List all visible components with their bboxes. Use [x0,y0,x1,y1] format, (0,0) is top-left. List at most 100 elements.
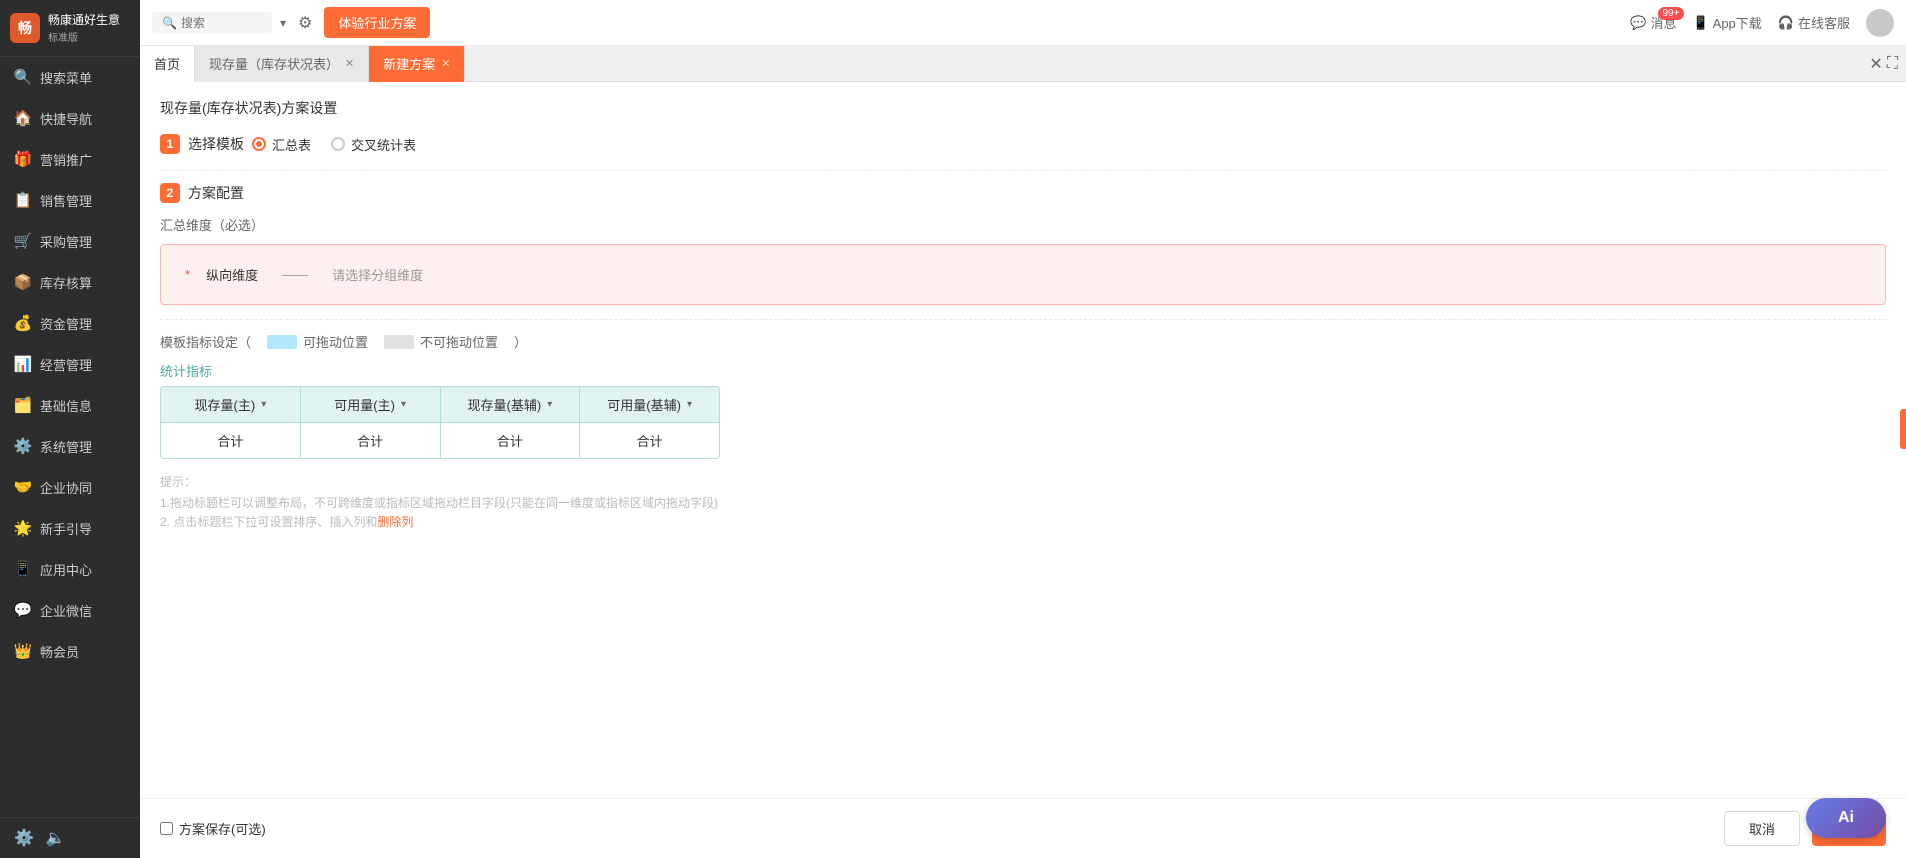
fixed-indicator: 不可拖动位置 [384,332,498,351]
sidebar-bottom: ⚙️ 🔈 [0,817,140,858]
system-icon: ⚙️ [14,437,32,455]
tab-close-all-icon[interactable]: ✕ [1869,54,1882,74]
save-checkbox-input[interactable] [160,822,173,835]
sidebar-item-label: 企业微信 [40,601,92,620]
movable-label: 可拖动位置 [303,332,368,351]
sidebar-item-basic-info[interactable]: 🗂️ 基础信息 [0,385,140,426]
summary-dim-section: 汇总维度（必选） * 纵向维度 —— 请选择分组维度 [160,215,1886,305]
stats-table: 现存量(主) ▾ 可用量(主) ▾ 现存量(基辅) ▾ 可用量(基辅) [160,386,720,459]
tab-new-plan[interactable]: 新建方案 ✕ [369,46,465,82]
topbar: 🔍 ▾ ⚙ 体验行业方案 💬 消息 99+ 📱 App下载 🎧 在线客服 [140,0,1906,46]
page-title: 现存量(库存状况表)方案设置 [160,98,1886,118]
app-name: 畅康通好生意 [48,12,120,29]
service-icon: 🎧 [1778,15,1794,31]
sidebar-item-label: 资金管理 [40,314,92,333]
sidebar-item-label: 新手引导 [40,519,92,538]
stats-col-2-chevron[interactable]: ▾ [547,399,552,410]
required-mark: * [185,267,190,282]
sidebar-item-app-center[interactable]: 📱 应用中心 [0,549,140,590]
sidebar-item-operation[interactable]: 📊 经营管理 [0,344,140,385]
service-label: 在线客服 [1798,13,1850,32]
app-download-btn[interactable]: 📱 App下载 [1692,13,1761,32]
stats-col-1-label: 可用量(主) [334,395,395,414]
sidebar-item-label: 应用中心 [40,560,92,579]
save-checkbox-label: 方案保存(可选) [179,819,266,838]
tab-inventory-close-icon[interactable]: ✕ [345,57,354,70]
search-input[interactable] [181,16,261,30]
app-logo-icon: 畅 [10,13,40,43]
online-service-btn[interactable]: 🎧 在线客服 [1778,13,1850,32]
save-checkbox[interactable]: 方案保存(可选) [160,819,266,838]
dimension-box[interactable]: * 纵向维度 —— 请选择分组维度 [160,244,1886,305]
sidebar-item-wechat[interactable]: 💬 企业微信 [0,590,140,631]
sidebar-item-purchase[interactable]: 🛒 采购管理 [0,221,140,262]
tab-new-plan-label: 新建方案 [383,54,435,73]
search-bar[interactable]: 🔍 [152,12,272,34]
tips-section: 提示： 1.拖动标题栏可以调整布局，不可跨维度或指标区域拖动栏目字段(只能在同一… [160,473,1886,530]
section-2-num: 2 [160,183,180,203]
sidebar-item-system[interactable]: ⚙️ 系统管理 [0,426,140,467]
wechat-icon: 💬 [14,601,32,619]
section-1-header: 1 选择模板 汇总表 交叉统计表 [160,134,1886,154]
settings-icon[interactable]: ⚙️ [14,828,34,848]
sound-icon[interactable]: 🔈 [46,828,66,848]
message-badge: 99+ [1658,7,1685,20]
tab-inventory-status[interactable]: 现存量（库存状况表） ✕ [195,46,369,82]
section-1: 1 选择模板 汇总表 交叉统计表 [160,134,1886,154]
sidebar-item-label: 搜索菜单 [40,68,92,87]
trial-btn[interactable]: 体验行业方案 [324,7,430,38]
stats-col-3-chevron[interactable]: ▾ [687,399,692,410]
sidebar-item-member[interactable]: 👑 畅会员 [0,631,140,672]
sidebar-item-finance[interactable]: 💰 资金管理 [0,303,140,344]
stats-col-1[interactable]: 可用量(主) ▾ [301,387,441,422]
topbar-chevron-icon[interactable]: ▾ [280,16,286,30]
user-avatar[interactable] [1866,9,1894,37]
dim-placeholder: 请选择分组维度 [332,265,423,284]
sidebar-item-enterprise[interactable]: 🤝 企业协同 [0,467,140,508]
sidebar-item-label: 系统管理 [40,437,92,456]
sidebar-nav: 🔍 搜索菜单 🏠 快捷导航 🎁 营销推广 📋 销售管理 🛒 采购管理 📦 库存核… [0,57,140,817]
message-btn[interactable]: 💬 消息 99+ [1630,13,1676,32]
sidebar-item-inventory[interactable]: 📦 库存核算 [0,262,140,303]
radio-summary[interactable]: 汇总表 [252,135,311,154]
cancel-button[interactable]: 取消 [1724,811,1800,846]
app-download-label: App下载 [1713,13,1762,32]
stats-col-0[interactable]: 现存量(主) ▾ [161,387,301,422]
app-edition: 标准版 [48,29,120,44]
stats-col-1-chevron[interactable]: ▾ [401,399,406,410]
ai-bubble[interactable]: Ai [1806,798,1886,838]
sidebar-item-newbie[interactable]: 🌟 新手引导 [0,508,140,549]
sidebar-item-marketing[interactable]: 🎁 营销推广 [0,139,140,180]
tab-inventory-label: 现存量（库存状况表） [209,54,339,73]
search-menu-icon: 🔍 [14,68,32,86]
sidebar-item-label: 销售管理 [40,191,92,210]
enterprise-icon: 🤝 [14,478,32,496]
tab-home-label: 首页 [154,54,180,73]
content-area: 现存量(库存状况表)方案设置 1 选择模板 汇总表 交叉统计表 [140,82,1906,798]
newbie-icon: 🌟 [14,519,32,537]
stats-col-3[interactable]: 可用量(基辅) ▾ [580,387,719,422]
radio-cross[interactable]: 交叉统计表 [331,135,416,154]
tab-expand-icon[interactable]: ⛶ [1887,55,1898,73]
dim-dash: —— [282,267,308,282]
stats-table-row-0: 合计 合计 合计 合计 [161,422,719,458]
stats-col-2[interactable]: 现存量(基辅) ▾ [441,387,581,422]
tab-new-plan-close-icon[interactable]: ✕ [441,57,450,70]
stats-table-header: 现存量(主) ▾ 可用量(主) ▾ 现存量(基辅) ▾ 可用量(基辅) [161,387,719,422]
stats-col-0-label: 现存量(主) [195,395,256,414]
sidebar-item-sales[interactable]: 📋 销售管理 [0,180,140,221]
sidebar-item-quick-nav[interactable]: 🏠 快捷导航 [0,98,140,139]
topbar-gear-icon[interactable]: ⚙ [298,13,312,33]
radio-cross-label: 交叉统计表 [351,135,416,154]
template-indicator: 模板指标设定（ 可拖动位置 不可拖动位置 ） [160,332,1886,351]
sidebar-item-label: 经营管理 [40,355,92,374]
sidebar-item-search-menu[interactable]: 🔍 搜索菜单 [0,57,140,98]
section-1-title: 选择模板 [188,134,244,154]
tips-title: 提示： [160,473,1886,490]
section-1-num: 1 [160,134,180,154]
tab-home[interactable]: 首页 [140,46,195,82]
ai-label: Ai [1838,809,1854,827]
stats-col-0-chevron[interactable]: ▾ [261,399,266,410]
right-scroll-indicator [1900,409,1906,449]
message-icon: 💬 [1630,15,1646,31]
